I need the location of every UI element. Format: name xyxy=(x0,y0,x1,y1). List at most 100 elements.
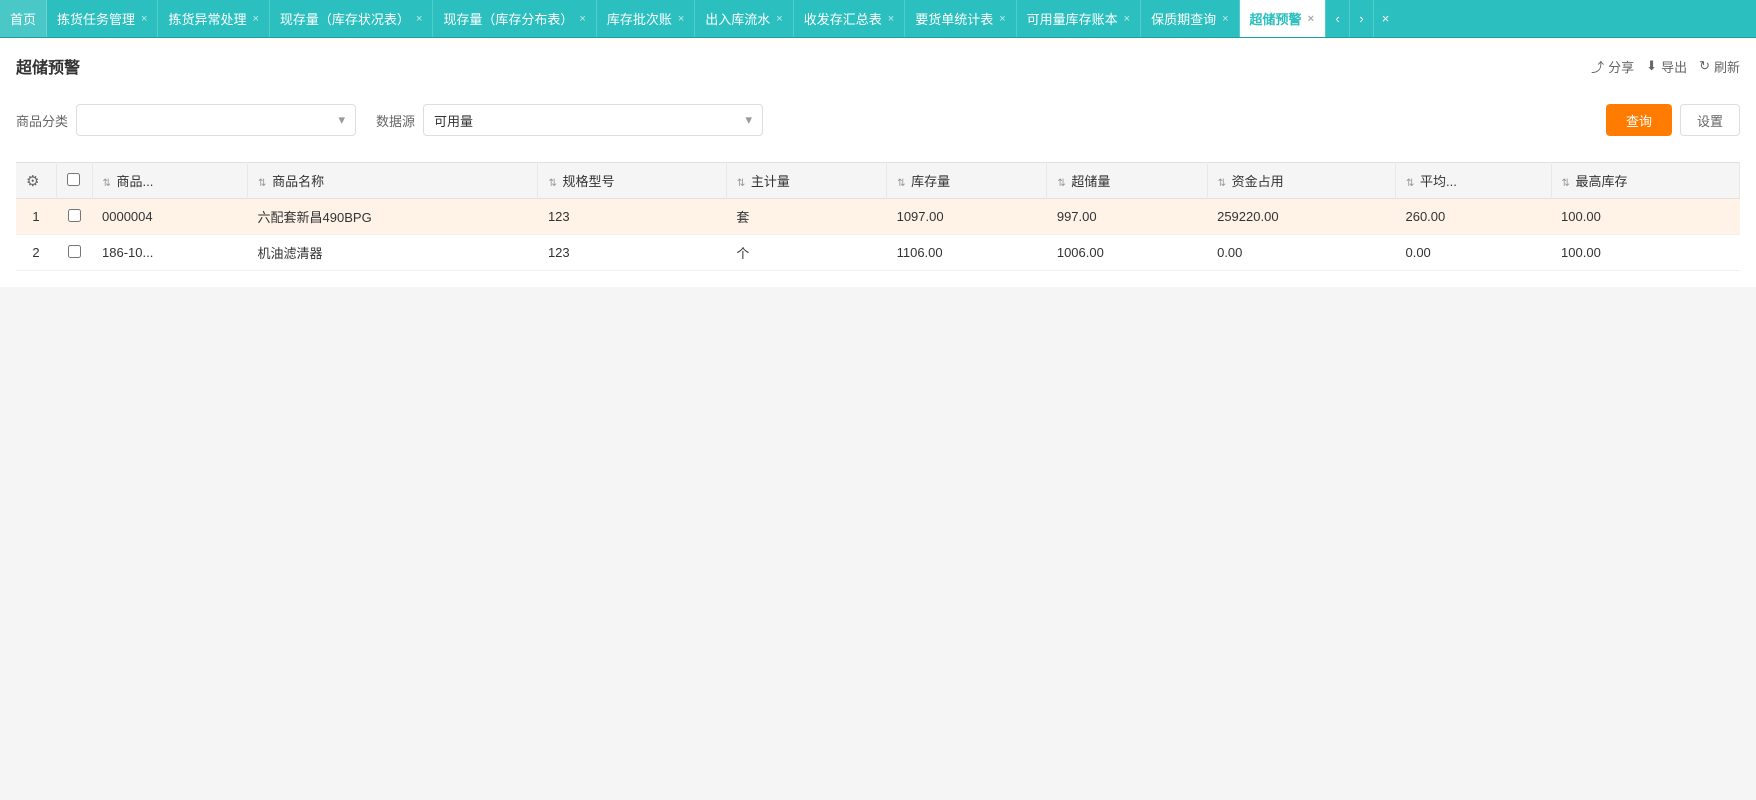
col-code-label: 商品... xyxy=(117,174,154,189)
nav-tab-home[interactable]: 首页 xyxy=(0,0,47,38)
close-stock-dist-icon[interactable]: × xyxy=(579,13,585,25)
sort-max-icon: ⇅ xyxy=(1562,178,1570,189)
close-order-stat-icon[interactable]: × xyxy=(999,13,1005,25)
sort-stock-icon: ⇅ xyxy=(897,178,905,189)
col-header-max[interactable]: ⇅ 最高库存 xyxy=(1551,163,1739,199)
close-collect-icon[interactable]: × xyxy=(888,13,894,25)
sort-name-icon: ⇅ xyxy=(258,178,266,189)
nav-tab-stock-status-label: 现存量（库存状况表） xyxy=(280,9,410,28)
datasource-select[interactable]: 可用量 ▾ xyxy=(423,104,763,136)
nav-tab-stock-status[interactable]: 现存量（库存状况表） × xyxy=(270,0,433,38)
row-name: 六配套新昌490BPG xyxy=(248,199,538,235)
share-label: 分享 xyxy=(1608,57,1634,76)
col-header-spec[interactable]: ⇅ 规格型号 xyxy=(538,163,726,199)
nav-tab-overstock-label: 超储预警 xyxy=(1250,9,1302,28)
nav-tab-abnormal[interactable]: 拣货异常处理 × xyxy=(158,0,269,38)
sort-avg-icon: ⇅ xyxy=(1406,178,1414,189)
row-spec: 123 xyxy=(538,199,726,235)
row-checkbox-cell xyxy=(56,235,92,271)
data-table: ⚙ ⇅ 商品... ⇅ 商品名称 ⇅ 规格型号 ⇅ xyxy=(16,162,1740,271)
sort-capital-icon: ⇅ xyxy=(1218,178,1226,189)
nav-tab-overstock[interactable]: 超储预警 × xyxy=(1240,0,1325,38)
close-quality-icon[interactable]: × xyxy=(1222,13,1228,25)
datasource-filter-group: 数据源 可用量 ▾ xyxy=(376,104,763,136)
nav-tab-batch[interactable]: 库存批次账 × xyxy=(597,0,695,38)
nav-arrow-close[interactable]: × xyxy=(1373,0,1397,38)
col-spec-label: 规格型号 xyxy=(562,174,614,189)
close-inout-icon[interactable]: × xyxy=(776,13,782,25)
category-select[interactable]: ▾ xyxy=(76,104,356,136)
row-checkbox[interactable] xyxy=(68,245,81,258)
share-action[interactable]: ⤴ 分享 xyxy=(1591,57,1634,76)
gear-settings-icon[interactable]: ⚙ xyxy=(26,173,39,190)
col-avg-label: 平均... xyxy=(1420,174,1457,189)
row-over: 1006.00 xyxy=(1047,235,1207,271)
col-header-name[interactable]: ⇅ 商品名称 xyxy=(248,163,538,199)
sort-unit-icon: ⇅ xyxy=(737,178,745,189)
nav-tab-inout-label: 出入库流水 xyxy=(705,9,770,28)
nav-tab-quality[interactable]: 保质期查询 × xyxy=(1141,0,1239,38)
nav-tab-task-label: 拣货任务管理 xyxy=(57,9,135,28)
nav-arrow-right[interactable]: › xyxy=(1349,0,1373,38)
sort-spec-icon: ⇅ xyxy=(548,178,556,189)
close-available-icon[interactable]: × xyxy=(1124,13,1130,25)
row-index: 1 xyxy=(16,199,56,235)
row-checkbox[interactable] xyxy=(68,209,81,222)
row-avg: 260.00 xyxy=(1395,199,1551,235)
query-button[interactable]: 查询 xyxy=(1606,104,1672,136)
col-header-unit[interactable]: ⇅ 主计量 xyxy=(726,163,886,199)
export-action[interactable]: ⬇ 导出 xyxy=(1646,57,1687,76)
nav-tab-home-label: 首页 xyxy=(10,9,36,28)
row-checkbox-cell xyxy=(56,199,92,235)
category-arrow-icon: ▾ xyxy=(338,112,345,128)
select-all-checkbox[interactable] xyxy=(67,173,80,186)
nav-tab-stock-dist-label: 现存量（库存分布表） xyxy=(443,9,573,28)
col-header-avg[interactable]: ⇅ 平均... xyxy=(1395,163,1551,199)
nav-tab-available[interactable]: 可用量库存账本 × xyxy=(1017,0,1141,38)
category-filter-group: 商品分类 ▾ xyxy=(16,104,356,136)
row-max: 100.00 xyxy=(1551,199,1739,235)
close-stock-status-icon[interactable]: × xyxy=(416,13,422,25)
row-avg: 0.00 xyxy=(1395,235,1551,271)
nav-arrow-left[interactable]: ‹ xyxy=(1325,0,1349,38)
row-unit: 个 xyxy=(726,235,886,271)
col-header-over[interactable]: ⇅ 超储量 xyxy=(1047,163,1207,199)
close-abnormal-icon[interactable]: × xyxy=(252,13,258,25)
nav-tab-stock-dist[interactable]: 现存量（库存分布表） × xyxy=(433,0,596,38)
nav-tab-order-stat-label: 要货单统计表 xyxy=(915,9,993,28)
nav-tab-inout[interactable]: 出入库流水 × xyxy=(695,0,793,38)
row-stock: 1106.00 xyxy=(887,235,1047,271)
page-title: 超储预警 xyxy=(16,54,80,78)
row-name: 机油滤清器 xyxy=(248,235,538,271)
nav-tab-order-stat[interactable]: 要货单统计表 × xyxy=(905,0,1016,38)
sort-over-icon: ⇅ xyxy=(1057,178,1065,189)
export-icon: ⬇ xyxy=(1646,58,1657,74)
top-nav: 首页 拣货任务管理 × 拣货异常处理 × 现存量（库存状况表） × 现存量（库存… xyxy=(0,0,1756,38)
main-content: 超储预警 ⤴ 分享 ⬇ 导出 ↻ 刷新 商品分类 ▾ 数据源 xyxy=(0,38,1756,287)
col-header-code[interactable]: ⇅ 商品... xyxy=(92,163,248,199)
row-code: 0000004 xyxy=(92,199,248,235)
row-capital: 0.00 xyxy=(1207,235,1395,271)
row-code: 186-10... xyxy=(92,235,248,271)
col-header-stock[interactable]: ⇅ 库存量 xyxy=(887,163,1047,199)
col-header-checkbox xyxy=(56,163,92,199)
nav-tab-collect[interactable]: 收发存汇总表 × xyxy=(794,0,905,38)
share-icon: ⤴ xyxy=(1591,57,1604,76)
nav-tab-quality-label: 保质期查询 xyxy=(1151,9,1216,28)
page-header: 超储预警 ⤴ 分享 ⬇ 导出 ↻ 刷新 xyxy=(16,54,1740,78)
col-header-capital[interactable]: ⇅ 资金占用 xyxy=(1207,163,1395,199)
close-batch-icon[interactable]: × xyxy=(678,13,684,25)
table-header-row: ⚙ ⇅ 商品... ⇅ 商品名称 ⇅ 规格型号 ⇅ xyxy=(16,163,1740,199)
row-max: 100.00 xyxy=(1551,235,1739,271)
datasource-value: 可用量 xyxy=(434,111,473,130)
settings-button[interactable]: 设置 xyxy=(1680,104,1740,136)
nav-tab-task[interactable]: 拣货任务管理 × xyxy=(47,0,158,38)
refresh-action[interactable]: ↻ 刷新 xyxy=(1699,57,1740,76)
col-header-gear[interactable]: ⚙ xyxy=(16,163,56,199)
row-spec: 123 xyxy=(538,235,726,271)
close-overstock-icon[interactable]: × xyxy=(1308,13,1314,25)
row-index: 2 xyxy=(16,235,56,271)
close-task-icon[interactable]: × xyxy=(141,13,147,25)
datasource-arrow-icon: ▾ xyxy=(746,112,753,128)
category-label: 商品分类 xyxy=(16,111,68,130)
